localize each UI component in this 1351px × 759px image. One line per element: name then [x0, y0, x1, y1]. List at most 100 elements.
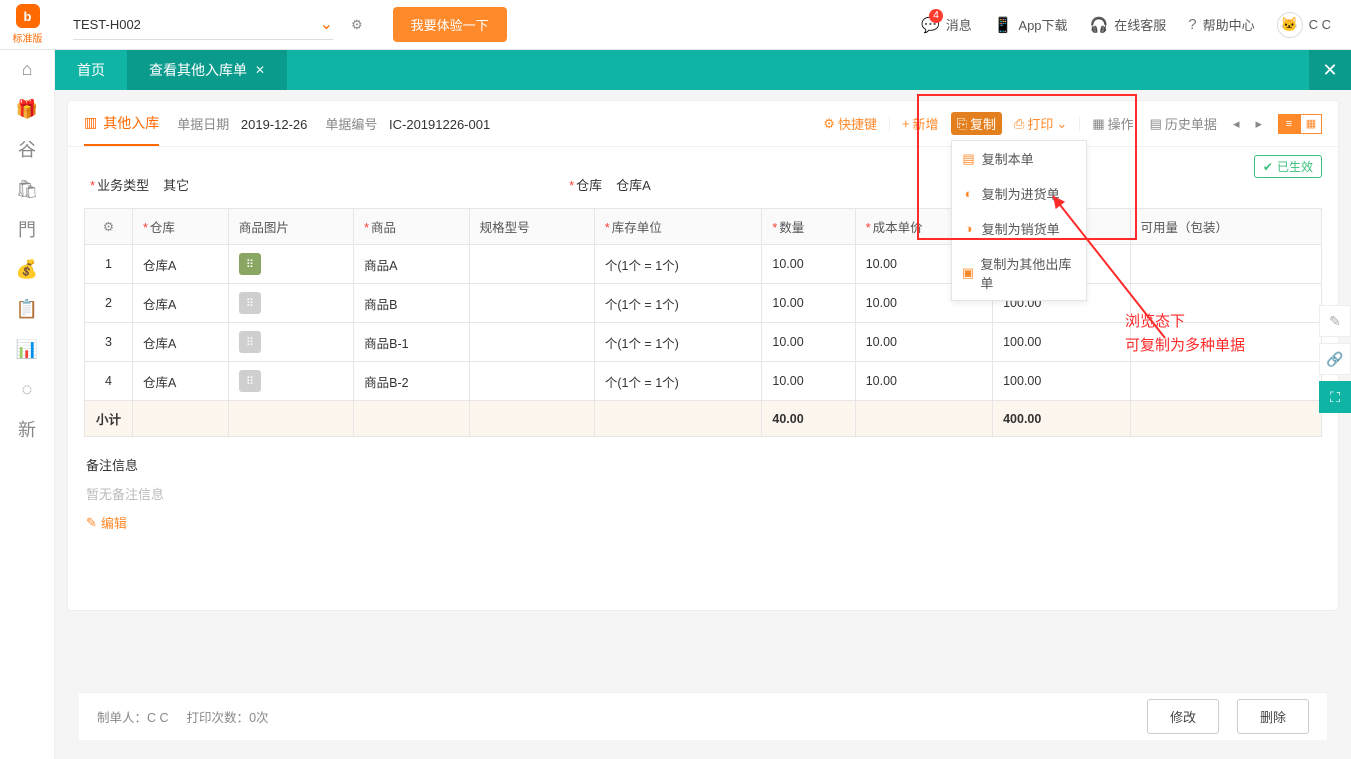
logo[interactable]: b 标准版: [0, 4, 55, 45]
warehouse-field: *仓库 仓库A: [569, 175, 651, 194]
add-button[interactable]: +新增: [898, 112, 943, 135]
nav-gift-icon[interactable]: 🎁: [16, 98, 38, 120]
edit-remarks-button[interactable]: ✎编辑: [86, 513, 1320, 532]
warehouse-label: 仓库: [576, 178, 602, 193]
doc-code: 单据编号 IC-20191226-001: [325, 114, 490, 133]
close-icon[interactable]: ✕: [255, 63, 265, 77]
app-download-label: App下载: [1018, 15, 1067, 34]
copy-purchase-item[interactable]: ◐复制为进货单: [952, 176, 1086, 211]
row-index: 1: [85, 245, 133, 284]
copy-this-item[interactable]: ▤复制本单: [952, 141, 1086, 176]
app-download-link[interactable]: 📱 App下载: [994, 15, 1068, 34]
date-value: 2019-12-26: [241, 117, 308, 132]
message-badge: 4: [929, 9, 943, 23]
close-all-tabs[interactable]: ✕: [1309, 50, 1351, 90]
status-badge: ✔ 已生效: [1254, 155, 1322, 178]
grid-icon: ▦: [1092, 116, 1104, 132]
try-button[interactable]: 我要体验一下: [393, 7, 507, 42]
cell-qty: 10.00: [762, 284, 855, 323]
shortcut-label: 快捷键: [838, 114, 877, 133]
history-button[interactable]: ▤历史单据: [1146, 112, 1221, 135]
ops-button[interactable]: ▦操作: [1088, 112, 1137, 135]
avatar: 🐱: [1277, 12, 1303, 38]
nav-report-icon[interactable]: 📊: [16, 338, 38, 360]
nav-home-icon[interactable]: ⌂: [16, 58, 38, 80]
col-unit: *库存单位: [594, 209, 762, 245]
modify-button[interactable]: 修改: [1147, 699, 1219, 734]
cell-warehouse: 仓库A: [133, 362, 229, 401]
subtotal-amount: 400.00: [993, 401, 1130, 437]
creator-info: 制单人：C C: [97, 707, 169, 726]
cell-product: 商品A: [354, 245, 469, 284]
row-index: 2: [85, 284, 133, 323]
nav-house-icon[interactable]: ⾕: [16, 138, 38, 160]
copy-sales-item[interactable]: ◑复制为销货单: [952, 211, 1086, 246]
delete-button[interactable]: 删除: [1237, 699, 1309, 734]
nav-refresh-icon[interactable]: ◌: [16, 378, 38, 400]
cell-unit: 个(1个 = 1个): [594, 284, 762, 323]
biz-type-field: *业务类型 其它: [90, 175, 189, 194]
next-button[interactable]: ▸: [1251, 114, 1266, 134]
remarks-section: 备注信息 暂无备注信息 ✎编辑: [68, 451, 1338, 550]
print-button[interactable]: ⎙打印 ⌄: [1010, 112, 1071, 135]
cell-amount: 100.00: [993, 323, 1130, 362]
row-index: 4: [85, 362, 133, 401]
copy-other-out-item[interactable]: ▣复制为其他出库单: [952, 246, 1086, 300]
company-select[interactable]: TEST-H002 ⌄: [73, 10, 333, 40]
company-name: TEST-H002: [73, 17, 312, 32]
document-type-tab[interactable]: ▥ 其他入库: [84, 101, 159, 146]
shortcut-button[interactable]: ⚙快捷键: [819, 112, 881, 135]
table-gear-header[interactable]: ⚙: [85, 209, 133, 245]
cell-available: [1130, 284, 1322, 323]
cell-spec: [469, 323, 594, 362]
user-menu[interactable]: 🐱 C C: [1277, 12, 1331, 38]
warehouse-value: 仓库A: [616, 175, 651, 194]
cell-image: ⠿: [228, 245, 353, 284]
messages-link[interactable]: 💬 消息 4: [921, 15, 972, 34]
list-view-button[interactable]: ≡: [1278, 114, 1300, 134]
table-row[interactable]: 1仓库A⠿商品A个(1个 = 1个)10.0010.00100.00: [85, 245, 1322, 284]
tabs-bar: 首页 查看其他入库单 ✕ ✕: [55, 50, 1351, 90]
tool-note-icon[interactable]: ✎: [1319, 305, 1351, 337]
nav-warehouse-icon[interactable]: ⾨: [16, 218, 38, 240]
cell-unit: 个(1个 = 1个): [594, 323, 762, 362]
card-view-button[interactable]: ▦: [1300, 114, 1322, 134]
status-label: 已生效: [1277, 158, 1313, 175]
tool-expand-icon[interactable]: ⛶: [1319, 381, 1351, 413]
tool-link-icon[interactable]: 🔗: [1319, 343, 1351, 375]
nav-bag-icon[interactable]: 🛍: [16, 178, 38, 200]
logo-icon: b: [16, 4, 40, 28]
left-nav: ⌂ 🎁 ⾕ 🛍 ⾨ 💰 📋 📊 ◌ 新: [0, 50, 55, 759]
table-row[interactable]: 4仓库A⠿商品B-2个(1个 = 1个)10.0010.00100.00: [85, 362, 1322, 401]
top-header: b 标准版 TEST-H002 ⌄ ⚙ 我要体验一下 💬 消息 4 📱 App下…: [0, 0, 1351, 50]
table-row[interactable]: 3仓库A⠿商品B-1个(1个 = 1个)10.0010.00100.00: [85, 323, 1322, 362]
cell-cost: 10.00: [855, 362, 992, 401]
nav-clipboard-icon[interactable]: 📋: [16, 298, 38, 320]
tab-detail[interactable]: 查看其他入库单 ✕: [127, 50, 287, 90]
cell-product: 商品B-1: [354, 323, 469, 362]
chevron-down-icon: ⌄: [320, 14, 333, 34]
prev-button[interactable]: ◂: [1229, 114, 1244, 134]
cell-unit: 个(1个 = 1个): [594, 245, 762, 284]
gear-icon: ⚙: [823, 116, 835, 132]
copy-button[interactable]: ⎘复制: [951, 112, 1002, 135]
cell-product: 商品B: [354, 284, 469, 323]
biz-type-label: 业务类型: [97, 178, 149, 193]
print-count-info: 打印次数：0次: [187, 707, 269, 726]
table-row[interactable]: 2仓库A⠿商品B个(1个 = 1个)10.0010.00100.00: [85, 284, 1322, 323]
nav-money-icon[interactable]: 💰: [16, 258, 38, 280]
subtotal-qty: 40.00: [762, 401, 855, 437]
help-center-link[interactable]: ? 帮助中心: [1188, 15, 1254, 34]
nav-new-icon[interactable]: 新: [16, 418, 38, 440]
copy-label: 复制: [970, 114, 996, 133]
doc-title: 其他入库: [103, 113, 159, 133]
online-service-link[interactable]: 🎧 在线客服: [1090, 15, 1167, 34]
date-label: 单据日期: [177, 117, 229, 132]
remarks-placeholder: 暂无备注信息: [86, 484, 1320, 503]
cell-cost: 10.00: [855, 323, 992, 362]
gear-icon[interactable]: ⚙: [351, 17, 363, 33]
purchase-icon: ◐: [962, 186, 976, 201]
tab-home[interactable]: 首页: [55, 50, 127, 90]
remarks-title: 备注信息: [86, 455, 1320, 474]
cell-qty: 10.00: [762, 362, 855, 401]
